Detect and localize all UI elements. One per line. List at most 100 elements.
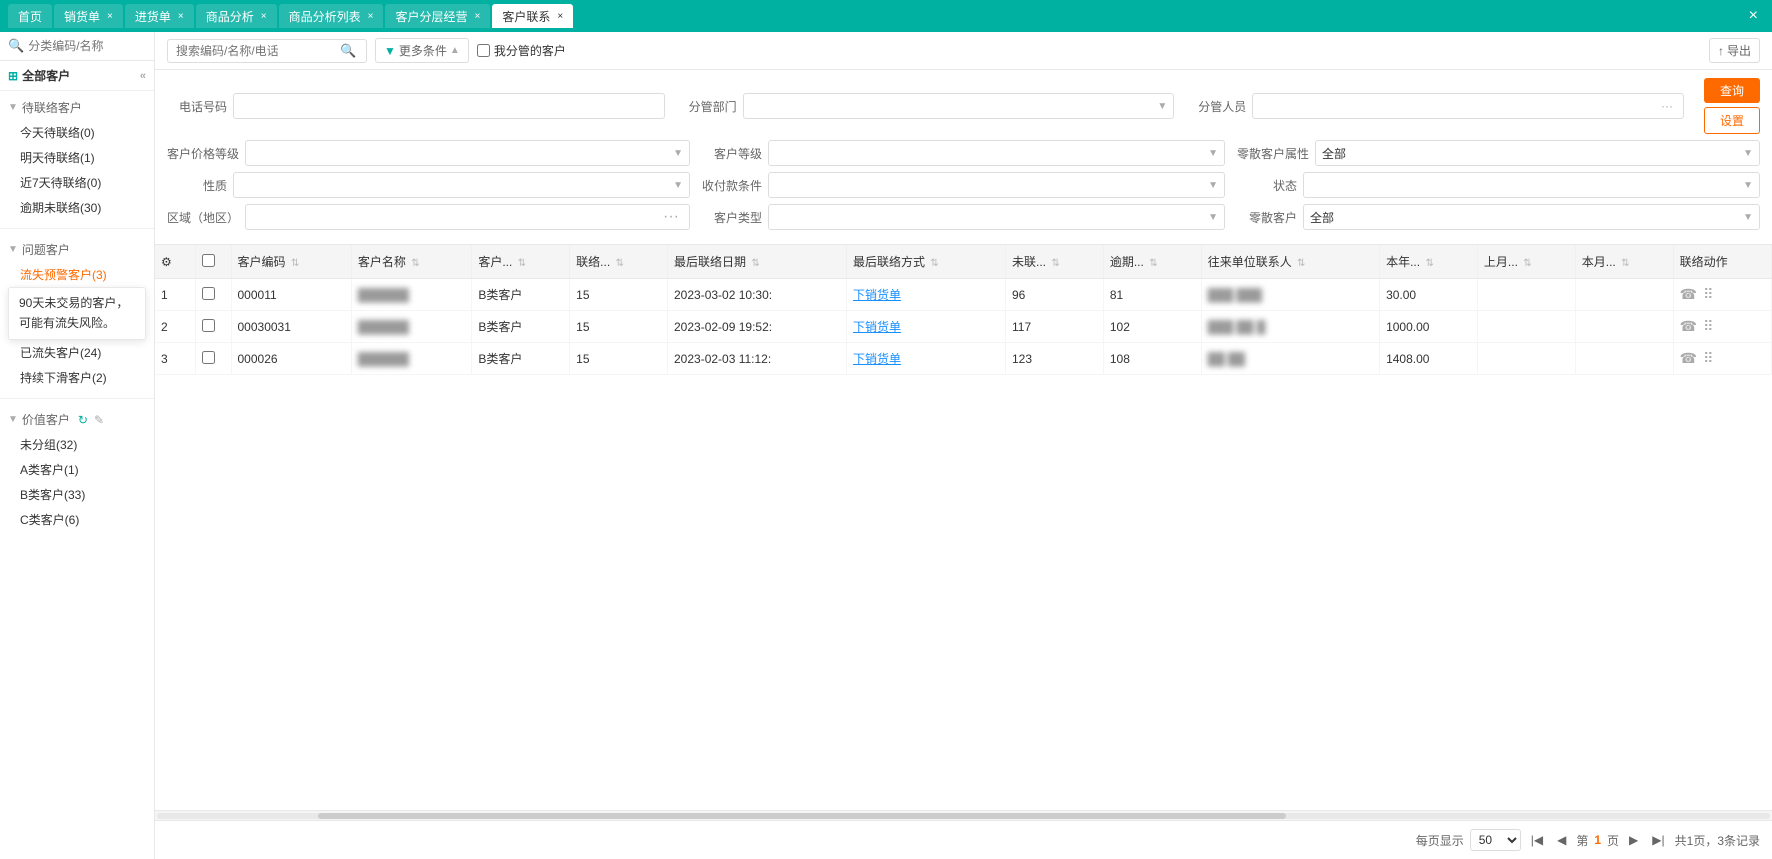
window-close-button[interactable]: × bbox=[1743, 7, 1764, 25]
sort-icon[interactable]: ⇅ bbox=[1051, 258, 1059, 269]
tab-customer-contact[interactable]: 客户联系 × bbox=[492, 4, 573, 28]
close-tab-icon[interactable]: × bbox=[474, 11, 480, 22]
contact-action-icon[interactable]: ☎ bbox=[1680, 318, 1697, 335]
retail-select[interactable]: 全部 ▼ bbox=[1303, 204, 1760, 230]
sidebar-item-overdue[interactable]: 逾期未联络(30) bbox=[0, 195, 154, 220]
sort-icon[interactable]: ⇅ bbox=[1149, 258, 1157, 269]
settings-button[interactable]: 设置 bbox=[1704, 107, 1760, 134]
pending-contact-title[interactable]: ▼ 待联络客户 bbox=[0, 95, 154, 120]
sort-icon[interactable]: ⇅ bbox=[616, 258, 624, 269]
close-tab-icon[interactable]: × bbox=[261, 11, 267, 22]
sort-icon[interactable]: ⇅ bbox=[1297, 258, 1305, 269]
my-customers-checkbox[interactable] bbox=[477, 44, 490, 57]
td-code-1: 000011 bbox=[231, 279, 351, 311]
person-select[interactable]: ··· bbox=[1252, 93, 1684, 119]
query-button[interactable]: 查询 bbox=[1704, 78, 1760, 103]
status-select[interactable]: ▼ bbox=[1303, 172, 1760, 198]
sidebar-item-class-b[interactable]: B类客户(33) bbox=[0, 482, 154, 507]
sidebar-item-churned[interactable]: 已流失客户(24) bbox=[0, 340, 154, 365]
td-method-3[interactable]: 下销货单 bbox=[846, 343, 1005, 375]
refresh-icon[interactable]: ↻ bbox=[78, 413, 88, 427]
td-method-1[interactable]: 下销货单 bbox=[846, 279, 1005, 311]
per-page-select[interactable]: 50 100 200 bbox=[1470, 829, 1521, 851]
td-method-2[interactable]: 下销货单 bbox=[846, 311, 1005, 343]
my-customers-checkbox-label[interactable]: 我分管的客户 bbox=[477, 42, 566, 59]
tab-customer-segments[interactable]: 客户分层经营 × bbox=[385, 4, 490, 28]
export-button[interactable]: ↑ 导出 bbox=[1709, 38, 1760, 63]
sidebar-item-unclassified[interactable]: 未分组(32) bbox=[0, 432, 154, 457]
sidebar-item-tomorrow[interactable]: 明天待联络(1) bbox=[0, 145, 154, 170]
more-options-icon[interactable]: ··· bbox=[1657, 99, 1677, 113]
first-page-button[interactable]: |◀ bbox=[1527, 831, 1547, 849]
sidebar-item-class-c[interactable]: C类客户(6) bbox=[0, 507, 154, 532]
sidebar-item-class-a[interactable]: A类客户(1) bbox=[0, 457, 154, 482]
sidebar-item-today[interactable]: 今天待联络(0) bbox=[0, 120, 154, 145]
edit-icon[interactable]: ✎ bbox=[94, 413, 104, 427]
close-tab-icon[interactable]: × bbox=[557, 11, 563, 22]
tab-sales-order[interactable]: 销货单 × bbox=[54, 4, 123, 28]
td-type-1: B类客户 bbox=[472, 279, 570, 311]
collapse-icon[interactable]: « bbox=[140, 70, 146, 82]
td-overdue-2: 102 bbox=[1103, 311, 1201, 343]
sidebar-item-7days[interactable]: 近7天待联络(0) bbox=[0, 170, 154, 195]
all-customers-header[interactable]: ⊞ 全部客户 « bbox=[0, 61, 154, 91]
sidebar-search-input[interactable] bbox=[28, 39, 155, 53]
sort-icon[interactable]: ⇅ bbox=[518, 258, 526, 269]
more-action-icon[interactable]: ⠿ bbox=[1703, 350, 1713, 367]
tab-purchase-order[interactable]: 进货单 × bbox=[125, 4, 194, 28]
phone-input[interactable] bbox=[233, 93, 665, 119]
close-tab-icon[interactable]: × bbox=[178, 11, 184, 22]
prev-page-button[interactable]: ◀ bbox=[1553, 831, 1570, 849]
tab-home[interactable]: 首页 bbox=[8, 4, 52, 28]
area-select[interactable]: ··· bbox=[245, 204, 690, 230]
more-filter-button[interactable]: ▼ 更多条件 ▲ bbox=[375, 38, 469, 63]
td-unlink-2: 117 bbox=[1006, 311, 1104, 343]
payment-select[interactable]: ▼ bbox=[768, 172, 1225, 198]
td-code-2: 00030031 bbox=[231, 311, 351, 343]
sort-icon[interactable]: ⇅ bbox=[1621, 258, 1629, 269]
contact-action-icon[interactable]: ☎ bbox=[1680, 350, 1697, 367]
dept-select[interactable]: ▼ bbox=[743, 93, 1175, 119]
td-check-1[interactable] bbox=[195, 279, 231, 311]
sort-icon[interactable]: ⇅ bbox=[291, 258, 299, 269]
sort-icon[interactable]: ⇅ bbox=[1425, 258, 1433, 269]
row-checkbox[interactable] bbox=[202, 287, 215, 300]
more-action-icon[interactable]: ⠿ bbox=[1703, 286, 1713, 303]
area-more-icon[interactable]: ··· bbox=[659, 208, 683, 226]
sort-icon[interactable]: ⇅ bbox=[751, 258, 759, 269]
th-checkbox[interactable] bbox=[195, 245, 231, 279]
th-settings[interactable]: ⚙ bbox=[155, 245, 195, 279]
zero-attr-select[interactable]: 全部 ▼ bbox=[1315, 140, 1760, 166]
td-check-3[interactable] bbox=[195, 343, 231, 375]
row-checkbox[interactable] bbox=[202, 319, 215, 332]
price-level-select[interactable]: ▼ bbox=[245, 140, 690, 166]
value-customers-title[interactable]: ▼ 价值客户 ↻ ✎ bbox=[0, 407, 154, 432]
close-tab-icon[interactable]: × bbox=[368, 11, 374, 22]
gender-select[interactable]: ▼ bbox=[233, 172, 690, 198]
horizontal-scrollbar[interactable] bbox=[155, 810, 1772, 820]
more-action-icon[interactable]: ⠿ bbox=[1703, 318, 1713, 335]
search-input[interactable] bbox=[176, 44, 336, 58]
sidebar-item-declining[interactable]: 持续下滑客户(2) bbox=[0, 365, 154, 390]
row-checkbox[interactable] bbox=[202, 351, 215, 364]
td-check-2[interactable] bbox=[195, 311, 231, 343]
search-button[interactable]: 🔍 bbox=[340, 43, 356, 59]
customer-level-select[interactable]: ▼ bbox=[768, 140, 1225, 166]
settings-icon[interactable]: ⚙ bbox=[161, 255, 172, 269]
scrollbar-track[interactable] bbox=[157, 813, 1770, 819]
scrollbar-thumb[interactable] bbox=[318, 813, 1286, 819]
customer-type-select[interactable]: ▼ bbox=[768, 204, 1225, 230]
tab-product-analysis[interactable]: 商品分析 × bbox=[196, 4, 277, 28]
next-page-button[interactable]: ▶ bbox=[1625, 831, 1642, 849]
sidebar-item-churn-warning[interactable]: 流失预警客户(3) bbox=[0, 262, 154, 287]
problem-customers-title[interactable]: ▼ 问题客户 bbox=[0, 237, 154, 262]
contact-action-icon[interactable]: ☎ bbox=[1680, 286, 1697, 303]
last-page-button[interactable]: ▶| bbox=[1648, 831, 1668, 849]
sort-icon[interactable]: ⇅ bbox=[1523, 258, 1531, 269]
tab-product-analysis-list[interactable]: 商品分析列表 × bbox=[279, 4, 384, 28]
sort-icon[interactable]: ⇅ bbox=[930, 258, 938, 269]
close-tab-icon[interactable]: × bbox=[107, 11, 113, 22]
top-navigation: 首页 销货单 × 进货单 × 商品分析 × 商品分析列表 × 客户分层经营 × … bbox=[0, 0, 1772, 32]
select-all-checkbox[interactable] bbox=[202, 254, 215, 267]
sort-icon[interactable]: ⇅ bbox=[411, 258, 419, 269]
